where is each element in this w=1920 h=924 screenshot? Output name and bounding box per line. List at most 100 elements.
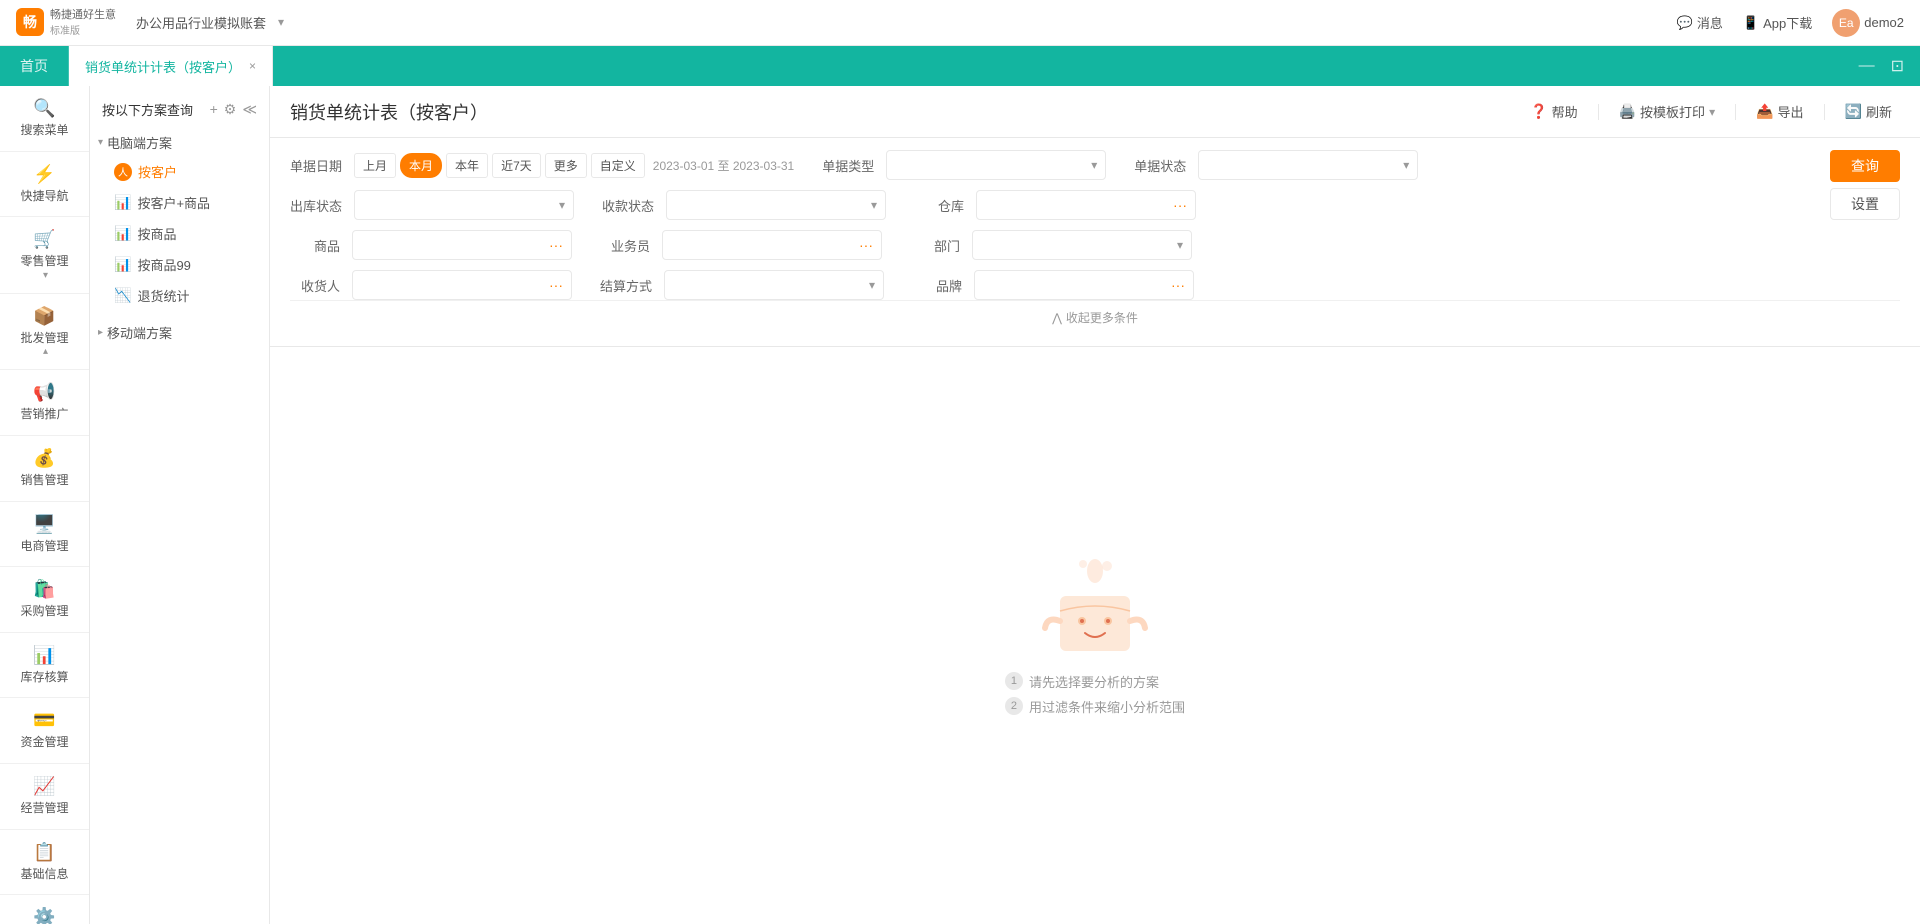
- scheme-header-icons: + ⚙ ≪: [210, 101, 257, 118]
- sidebar-item-wholesale[interactable]: 📦 批发管理 ▴: [0, 294, 89, 371]
- sidebar-item-retail[interactable]: 🛒 零售管理 ▾: [0, 217, 89, 294]
- query-btn[interactable]: 查询: [1830, 150, 1900, 182]
- bill-type-label: 单据类型: [822, 156, 874, 175]
- settings-btn[interactable]: 设置: [1830, 188, 1900, 220]
- empty-tip-1: 1 请先选择要分析的方案: [1005, 672, 1185, 691]
- filter-row-2: 出库状态 ▾ 收款状态 ▾ 仓库 ···: [290, 190, 1806, 220]
- date-btn-7days[interactable]: 近7天: [492, 153, 541, 178]
- ship-status-select[interactable]: ▾: [354, 190, 574, 220]
- salesperson-label: 业务员: [600, 236, 650, 255]
- divider1: [1598, 104, 1599, 120]
- settlement-arrow: ▾: [869, 278, 875, 292]
- scheme-item-by-goods99[interactable]: 📊 按商品99: [90, 249, 269, 280]
- salesperson-dots[interactable]: ···: [859, 237, 873, 253]
- date-btn-last-month[interactable]: 上月: [354, 153, 396, 178]
- scheme-sidebar: 按以下方案查询 + ⚙ ≪ ▾ 电脑端方案 人 按客户 📊 按客户+商品: [90, 86, 270, 924]
- goods-dots[interactable]: ···: [549, 237, 563, 253]
- settlement-select[interactable]: ▾: [664, 270, 884, 300]
- recipient-select[interactable]: ···: [352, 270, 572, 300]
- logo-text-block: 畅捷通好生意 标准版: [50, 8, 116, 37]
- empty-svg: [1035, 556, 1155, 656]
- sidebar-item-quicknav[interactable]: ⚡ 快捷导航: [0, 152, 89, 218]
- tab-close-btn[interactable]: ×: [249, 59, 256, 73]
- scheme-group-pc-title[interactable]: ▾ 电脑端方案: [90, 129, 269, 156]
- tab-controls: — ⊡: [1855, 52, 1920, 80]
- sidebar-item-purchase[interactable]: 🛍️ 采购管理: [0, 567, 89, 633]
- refresh-btn[interactable]: 🔄 刷新: [1837, 98, 1900, 125]
- message-label: 消息: [1697, 13, 1723, 32]
- pc-group-label: 电脑端方案: [107, 133, 172, 152]
- scheme-item-customer-goods[interactable]: 📊 按客户+商品: [90, 187, 269, 218]
- bill-type-arrow: ▾: [1091, 158, 1097, 172]
- template-print-btn[interactable]: 🖨️ 按模板打印 ▾: [1611, 98, 1723, 125]
- bill-status-arrow: ▾: [1403, 158, 1409, 172]
- date-btn-this-year[interactable]: 本年: [446, 153, 488, 178]
- date-btn-this-month[interactable]: 本月: [400, 153, 442, 178]
- app-title-dropdown[interactable]: ▾: [278, 15, 284, 29]
- content-area: 销货单统计表（按客户） ❓ 帮助 🖨️ 按模板打印 ▾ 📤 导出: [270, 86, 1920, 924]
- goods-label: 商品: [290, 236, 340, 255]
- bill-status-select[interactable]: ▾: [1198, 150, 1418, 180]
- logo-text: 畅捷通好生意: [50, 8, 116, 22]
- sidebar-item-system[interactable]: ⚙️ 系统管理: [0, 895, 89, 924]
- date-btn-custom[interactable]: 自定义: [591, 153, 645, 178]
- scheme-item-by-goods[interactable]: 📊 按商品: [90, 218, 269, 249]
- retail-arrow: ▾: [43, 270, 48, 281]
- scheme-collapse-btn[interactable]: ≪: [242, 101, 257, 118]
- by-customer-label: 按客户: [138, 162, 177, 181]
- scheme-item-return-stats[interactable]: 📉 退货统计: [90, 280, 269, 311]
- date-btn-more[interactable]: 更多: [545, 153, 587, 178]
- tab-minimize-btn[interactable]: —: [1855, 53, 1879, 79]
- search-icon: 🔍: [33, 98, 55, 119]
- filter-row-4: 收货人 ··· 结算方式 ▾ 品牌 ···: [290, 270, 1806, 300]
- inventory-icon: 📊: [33, 645, 55, 666]
- payment-status-arrow: ▾: [871, 198, 877, 212]
- ship-status-label: 出库状态: [290, 196, 342, 215]
- marketing-icon: 📢: [33, 382, 55, 403]
- recipient-dots[interactable]: ···: [549, 277, 563, 293]
- app-download-icon: 📱: [1743, 15, 1759, 31]
- retail-icon: 🛒: [33, 229, 55, 250]
- collapse-bar[interactable]: ⋀ 收起更多条件: [290, 300, 1900, 334]
- sidebar-item-finance[interactable]: 💳 资金管理: [0, 698, 89, 764]
- scheme-group-mobile-title[interactable]: ▸ 移动端方案: [90, 319, 269, 346]
- bill-type-select[interactable]: ▾: [886, 150, 1106, 180]
- warehouse-dots[interactable]: ···: [1173, 197, 1187, 213]
- sidebar-item-ecommerce[interactable]: 🖥️ 电商管理: [0, 502, 89, 568]
- sidebar-item-operation[interactable]: 📈 经营管理: [0, 764, 89, 830]
- scheme-group-mobile: ▸ 移动端方案: [90, 315, 269, 350]
- print-icon: 🖨️: [1619, 103, 1636, 120]
- sidebar-item-marketing[interactable]: 📢 营销推广: [0, 370, 89, 436]
- message-btn[interactable]: 💬 消息: [1677, 13, 1723, 32]
- filter-area: 单据日期 上月 本月 本年 近7天 更多 自定义 2023-03-01 至 20…: [270, 138, 1920, 347]
- scheme-item-by-customer[interactable]: 人 按客户: [90, 156, 269, 187]
- warehouse-select[interactable]: ···: [976, 190, 1196, 220]
- customer-goods-label: 按客户+商品: [137, 193, 210, 212]
- department-select[interactable]: ▾: [972, 230, 1192, 260]
- scheme-settings-btn[interactable]: ⚙: [224, 101, 237, 118]
- tab-restore-btn[interactable]: ⊡: [1887, 52, 1908, 80]
- salesperson-select[interactable]: ···: [662, 230, 882, 260]
- user-area[interactable]: Ea demo2: [1832, 9, 1904, 37]
- sidebar-item-basic[interactable]: 📋 基础信息: [0, 830, 89, 896]
- sidebar-item-inventory[interactable]: 📊 库存核算: [0, 633, 89, 699]
- scheme-add-btn[interactable]: +: [210, 101, 218, 118]
- sidebar-item-sales[interactable]: 💰 销售管理: [0, 436, 89, 502]
- basic-label: 基础信息: [20, 867, 68, 883]
- sidebar-item-search[interactable]: 🔍 搜索菜单: [0, 86, 89, 152]
- export-btn[interactable]: 📤 导出: [1748, 98, 1811, 125]
- help-btn[interactable]: ❓ 帮助: [1522, 98, 1585, 125]
- inventory-label: 库存核算: [20, 670, 68, 686]
- app-download-btn[interactable]: 📱 App下载: [1743, 13, 1812, 32]
- brand-dots[interactable]: ···: [1171, 277, 1185, 293]
- template-dropdown-arrow: ▾: [1709, 105, 1715, 119]
- system-icon: ⚙️: [33, 907, 55, 924]
- brand-select[interactable]: ···: [974, 270, 1194, 300]
- by-goods99-label: 按商品99: [137, 255, 190, 274]
- goods-select[interactable]: ···: [352, 230, 572, 260]
- tab-home[interactable]: 首页: [0, 46, 69, 86]
- tab-active[interactable]: 销货单统计计表（按客户） ×: [69, 46, 273, 86]
- payment-status-select[interactable]: ▾: [666, 190, 886, 220]
- sidebar-quicknav-label: 快捷导航: [20, 189, 68, 205]
- sidebar-search-label: 搜索菜单: [20, 123, 68, 139]
